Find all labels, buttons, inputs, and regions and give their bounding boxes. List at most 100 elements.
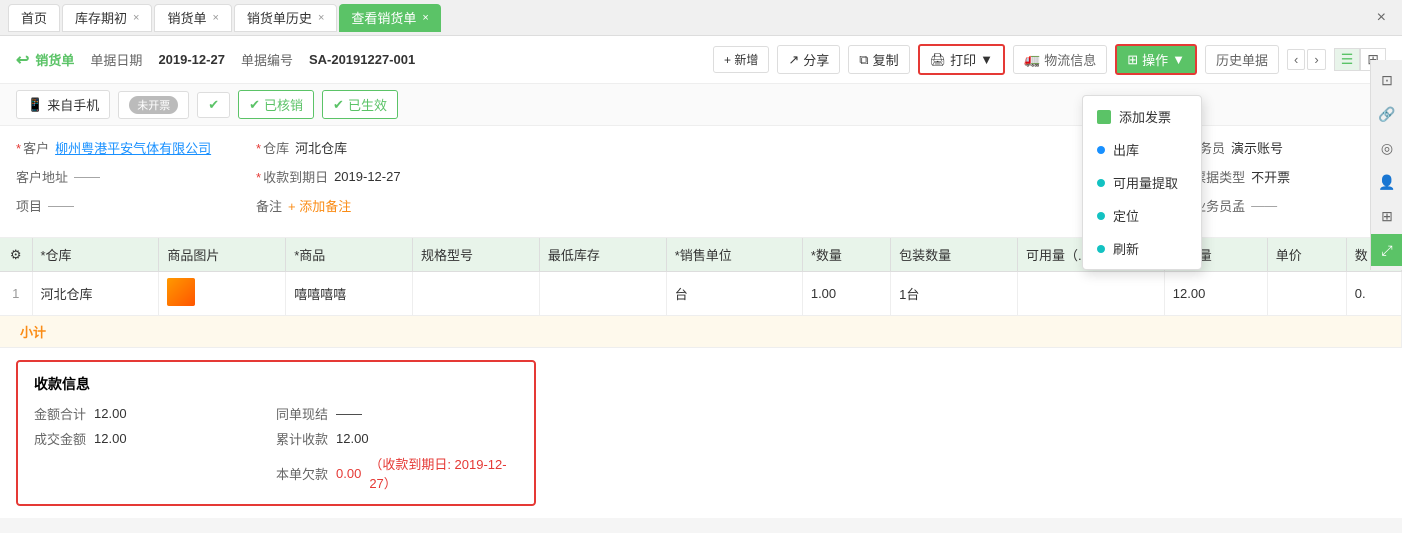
ticket-field: *票据类型 不开票 (1186, 167, 1386, 186)
row-spec (413, 272, 540, 316)
sidebar-circle-icon[interactable]: ◎ (1371, 132, 1402, 164)
effect-icon: ✔ (333, 97, 344, 113)
print-dropdown-icon: ▼ (980, 52, 993, 67)
copy-icon: ⧉ (859, 52, 868, 68)
operate-icon: ⊞ (1127, 52, 1138, 68)
tab-bar-close[interactable]: × (1369, 9, 1394, 27)
not-open-chip: 未开票 (129, 96, 178, 114)
tab-view-sales[interactable]: 查看销货单 × (339, 4, 440, 32)
col-unit: *销售单位 (666, 238, 802, 272)
prev-button[interactable]: ‹ (1287, 49, 1305, 70)
available-extract-icon (1097, 179, 1105, 187)
tab-inventory-label: 库存期初 (75, 8, 127, 27)
customer-value[interactable]: 柳州粤港平安气体有限公司 (55, 138, 211, 157)
col-image: 商品图片 (159, 238, 286, 272)
tab-sales-history[interactable]: 销货单历史 × (234, 4, 337, 32)
operate-dropdown-icon: ▼ (1172, 52, 1185, 67)
row-available (1018, 272, 1165, 316)
tab-inventory[interactable]: 库存期初 × (62, 4, 152, 32)
dropdown-add-invoice[interactable]: 添加发票 (1083, 100, 1201, 133)
address-field: 客户地址 —— (16, 167, 216, 186)
share-button[interactable]: ↗ 分享 (777, 45, 840, 74)
tab-sales-history-label: 销货单历史 (247, 8, 312, 27)
refresh-icon (1097, 245, 1105, 253)
effect-button[interactable]: ✔ 已生效 (322, 90, 398, 119)
col-min-stock: 最低库存 (539, 238, 666, 272)
date-label: 单据日期 (90, 50, 142, 69)
sidebar-user-icon[interactable]: 👤 (1371, 166, 1402, 198)
doc-meta: 单据日期 2019-12-27 单据编号 SA-20191227-001 (90, 50, 415, 69)
date-value: 2019-12-27 (158, 52, 225, 67)
nav-arrows: ‹ › (1287, 49, 1326, 70)
staff-field: 业务员 演示账号 (1186, 138, 1386, 157)
tab-sales-label: 销货单 (167, 8, 206, 27)
dropdown-locate[interactable]: 定位 (1083, 199, 1201, 232)
tab-sales-history-close[interactable]: × (318, 12, 324, 24)
row-stock: 12.00 (1164, 272, 1267, 316)
table-row: 1 河北仓库 嘻嘻嘻嘻 台 1.00 1台 12.00 0. (0, 272, 1402, 316)
total-receipt-row: 累计收款 12.00 (276, 429, 518, 448)
operate-dropdown: 添加发票 出库 可用量提取 定位 刷新 (1082, 95, 1202, 270)
from-phone-button[interactable]: 📱 来自手机 (16, 90, 110, 119)
print-icon: 🖨 (930, 52, 947, 68)
sold-button[interactable]: ✔ 已核销 (238, 90, 314, 119)
deal-row: 成交金额 12.00 (34, 429, 276, 448)
sidebar-link-icon[interactable]: 🔗 (1371, 98, 1402, 130)
check-button[interactable]: ✔ (197, 92, 230, 118)
copy-button[interactable]: ⧉ 复制 (848, 45, 909, 74)
row-unit: 台 (666, 272, 802, 316)
print-button[interactable]: 🖨 打印 ▼ (918, 44, 1005, 75)
doc-actions: + 新增 ↗ 分享 ⧉ 复制 🖨 打印 ▼ 🚛 物流信息 ⊞ 操作 ▼ (713, 44, 1386, 75)
col-price: 单价 (1267, 238, 1346, 272)
row-other: 0. (1346, 272, 1401, 316)
add-invoice-icon (1097, 110, 1111, 124)
doc-header: ↩ 销货单 单据日期 2019-12-27 单据编号 SA-20191227-0… (0, 36, 1402, 84)
locate-icon (1097, 212, 1105, 220)
col-spec: 规格型号 (413, 238, 540, 272)
right-sidebar: ⊡ 🔗 ◎ 👤 ⊞ ⤢ (1370, 60, 1402, 270)
row-image (159, 272, 286, 316)
history-button[interactable]: 历史单据 (1205, 45, 1279, 74)
row-warehouse: 河北仓库 (32, 272, 159, 316)
owe-value: 0.00 (336, 466, 361, 481)
dropdown-available-extract[interactable]: 可用量提取 (1083, 166, 1201, 199)
staff-value: 演示账号 (1231, 138, 1283, 157)
subtotal-label: 小计 (0, 316, 1402, 348)
total-receipt-value: 12.00 (336, 431, 369, 446)
sidebar-grid-icon[interactable]: ⊞ (1371, 200, 1402, 232)
row-price (1267, 272, 1346, 316)
tab-view-sales-label: 查看销货单 (351, 8, 416, 27)
col-settings[interactable]: ⚙ (0, 238, 32, 272)
sales-order-icon: ↩ (16, 50, 29, 70)
warehouse-value: 河北仓库 (295, 138, 347, 157)
amount-value: 12.00 (94, 406, 127, 421)
dropdown-ship-out[interactable]: 出库 (1083, 133, 1201, 166)
tab-home[interactable]: 首页 (8, 4, 60, 32)
tab-view-sales-close[interactable]: × (422, 12, 428, 24)
logistics-button[interactable]: 🚛 物流信息 (1013, 45, 1107, 74)
product-image (167, 278, 195, 306)
next-button[interactable]: › (1307, 49, 1325, 70)
add-note-button[interactable]: + 添加备注 (288, 196, 351, 215)
tab-sales-close[interactable]: × (212, 12, 218, 24)
tab-sales[interactable]: 销货单 × (154, 4, 231, 32)
col-warehouse: *仓库 (32, 238, 159, 272)
col-qty: *数量 (802, 238, 890, 272)
sidebar-attachment-icon[interactable]: ⊡ (1371, 64, 1402, 96)
row-qty: 1.00 (802, 272, 890, 316)
tab-bar: 首页 库存期初 × 销货单 × 销货单历史 × 查看销货单 × × (0, 0, 1402, 36)
operate-button[interactable]: ⊞ 操作 ▼ (1115, 44, 1197, 75)
tab-inventory-close[interactable]: × (133, 12, 139, 24)
bottom-info: 收款信息 金额合计 12.00 同单现结 —— 成交金额 12.00 累计收款 … (0, 348, 1402, 518)
tab-home-label: 首页 (21, 8, 47, 27)
owe-note: （收款到期日: 2019-12-27） (369, 454, 518, 492)
sidebar-expand-icon[interactable]: ⤢ (1371, 234, 1402, 266)
number-value: SA-20191227-001 (309, 52, 415, 67)
not-open-button[interactable]: 未开票 (118, 91, 189, 119)
warehouse-field: *仓库 河北仓库 (256, 138, 456, 157)
col-pack-qty: 包装数量 (891, 238, 1018, 272)
owe-row: 本单欠款 0.00 （收款到期日: 2019-12-27） (276, 454, 518, 492)
dropdown-refresh[interactable]: 刷新 (1083, 232, 1201, 265)
new-button[interactable]: + 新增 (713, 46, 769, 73)
view-list-tab[interactable]: ☰ (1334, 48, 1361, 71)
